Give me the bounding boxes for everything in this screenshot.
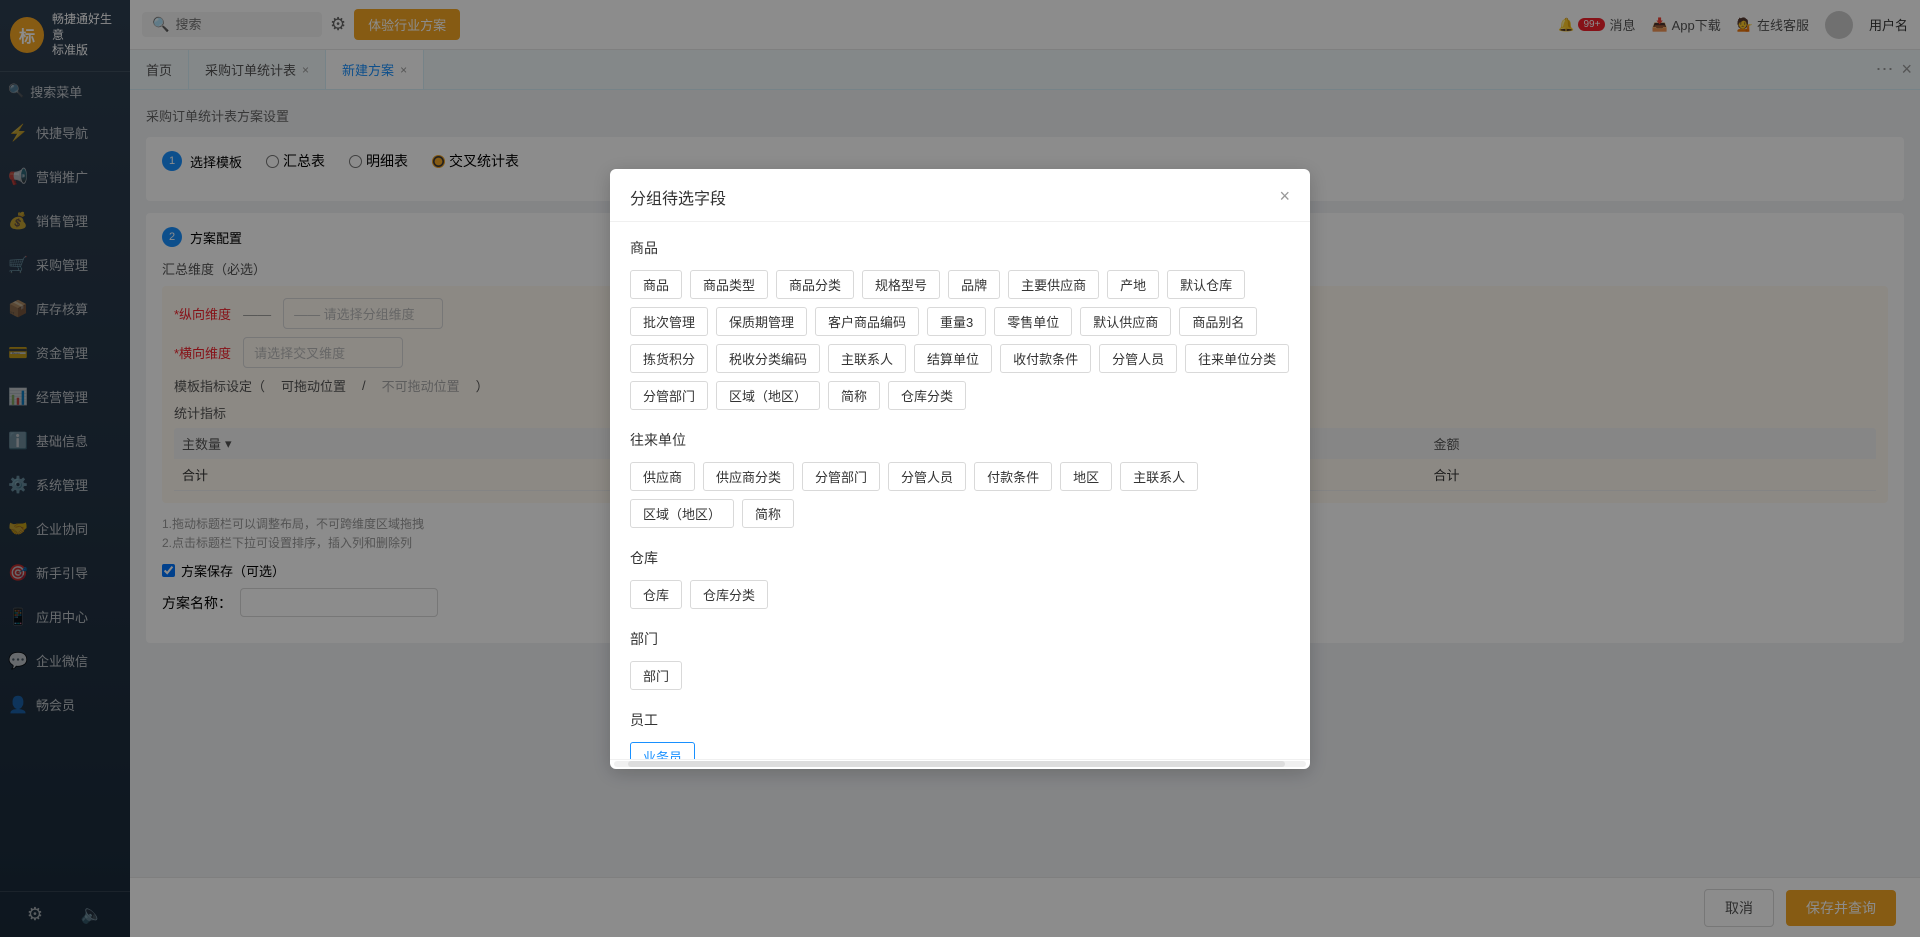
section-counterpart-title: 往来单位 (630, 430, 1290, 450)
modal-header: 分组待选字段 × (610, 169, 1310, 222)
section-employee-title: 员工 (630, 710, 1290, 730)
tag-goods-11[interactable]: 客户商品编码 (815, 307, 919, 336)
tag-goods-19[interactable]: 结算单位 (914, 344, 992, 373)
tag-goods-24[interactable]: 区域（地区） (716, 381, 820, 410)
tag-goods-7[interactable]: 产地 (1107, 270, 1159, 299)
tag-dept-1[interactable]: 部门 (630, 661, 682, 690)
modal-section-goods: 商品 商品 商品类型 商品分类 规格型号 品牌 主要供应商 产地 默认仓库 批次… (630, 238, 1290, 410)
modal-overlay: 分组待选字段 × 商品 商品 商品类型 商品分类 规格型号 品牌 主要供应商 产… (0, 0, 1920, 937)
modal: 分组待选字段 × 商品 商品 商品类型 商品分类 规格型号 品牌 主要供应商 产… (610, 169, 1310, 769)
goods-tags: 商品 商品类型 商品分类 规格型号 品牌 主要供应商 产地 默认仓库 批次管理 … (630, 270, 1290, 410)
employee-tags: 业务员 (630, 742, 1290, 760)
counterpart-tags: 供应商 供应商分类 分管部门 分管人员 付款条件 地区 主联系人 区域（地区） … (630, 462, 1290, 528)
tag-goods-21[interactable]: 分管人员 (1099, 344, 1177, 373)
section-warehouse-title: 仓库 (630, 548, 1290, 568)
tag-goods-25[interactable]: 简称 (828, 381, 880, 410)
modal-close-btn[interactable]: × (1279, 186, 1290, 207)
modal-section-warehouse: 仓库 仓库 仓库分类 (630, 548, 1290, 609)
tag-goods-4[interactable]: 规格型号 (862, 270, 940, 299)
tag-goods-17[interactable]: 税收分类编码 (716, 344, 820, 373)
tag-goods-3[interactable]: 商品分类 (776, 270, 854, 299)
tag-goods-12[interactable]: 重量3 (927, 307, 986, 336)
modal-title: 分组待选字段 (630, 185, 726, 209)
tag-goods-22[interactable]: 往来单位分类 (1185, 344, 1289, 373)
tag-goods-10[interactable]: 保质期管理 (716, 307, 807, 336)
department-tags: 部门 (630, 661, 1290, 690)
tag-cp-5[interactable]: 付款条件 (974, 462, 1052, 491)
tag-goods-5[interactable]: 品牌 (948, 270, 1000, 299)
tag-cp-6[interactable]: 地区 (1060, 462, 1112, 491)
tag-goods-15[interactable]: 商品别名 (1179, 307, 1257, 336)
tag-goods-26[interactable]: 仓库分类 (888, 381, 966, 410)
tag-cp-7[interactable]: 主联系人 (1120, 462, 1198, 491)
tag-cp-1[interactable]: 供应商 (630, 462, 695, 491)
modal-section-department: 部门 部门 (630, 629, 1290, 690)
tag-goods-2[interactable]: 商品类型 (690, 270, 768, 299)
tag-cp-9[interactable]: 简称 (742, 499, 794, 528)
section-department-title: 部门 (630, 629, 1290, 649)
modal-horizontal-scrollbar[interactable] (610, 759, 1310, 768)
tag-goods-18[interactable]: 主联系人 (828, 344, 906, 373)
tag-goods-13[interactable]: 零售单位 (994, 307, 1072, 336)
tag-wh-2[interactable]: 仓库分类 (690, 580, 768, 609)
modal-body: 商品 商品 商品类型 商品分类 规格型号 品牌 主要供应商 产地 默认仓库 批次… (610, 222, 1310, 760)
tag-goods-9[interactable]: 批次管理 (630, 307, 708, 336)
tag-goods-20[interactable]: 收付款条件 (1000, 344, 1091, 373)
tag-goods-23[interactable]: 分管部门 (630, 381, 708, 410)
section-goods-title: 商品 (630, 238, 1290, 258)
tag-goods-6[interactable]: 主要供应商 (1008, 270, 1099, 299)
modal-section-employee: 员工 业务员 (630, 710, 1290, 760)
warehouse-tags: 仓库 仓库分类 (630, 580, 1290, 609)
tag-emp-1[interactable]: 业务员 (630, 742, 695, 760)
tag-goods-16[interactable]: 拣货积分 (630, 344, 708, 373)
tag-cp-4[interactable]: 分管人员 (888, 462, 966, 491)
tag-cp-8[interactable]: 区域（地区） (630, 499, 734, 528)
tag-goods-8[interactable]: 默认仓库 (1167, 270, 1245, 299)
tag-cp-3[interactable]: 分管部门 (802, 462, 880, 491)
tag-cp-2[interactable]: 供应商分类 (703, 462, 794, 491)
tag-goods-1[interactable]: 商品 (630, 270, 682, 299)
tag-wh-1[interactable]: 仓库 (630, 580, 682, 609)
tag-goods-14[interactable]: 默认供应商 (1080, 307, 1171, 336)
modal-section-counterpart: 往来单位 供应商 供应商分类 分管部门 分管人员 付款条件 地区 主联系人 区域… (630, 430, 1290, 528)
